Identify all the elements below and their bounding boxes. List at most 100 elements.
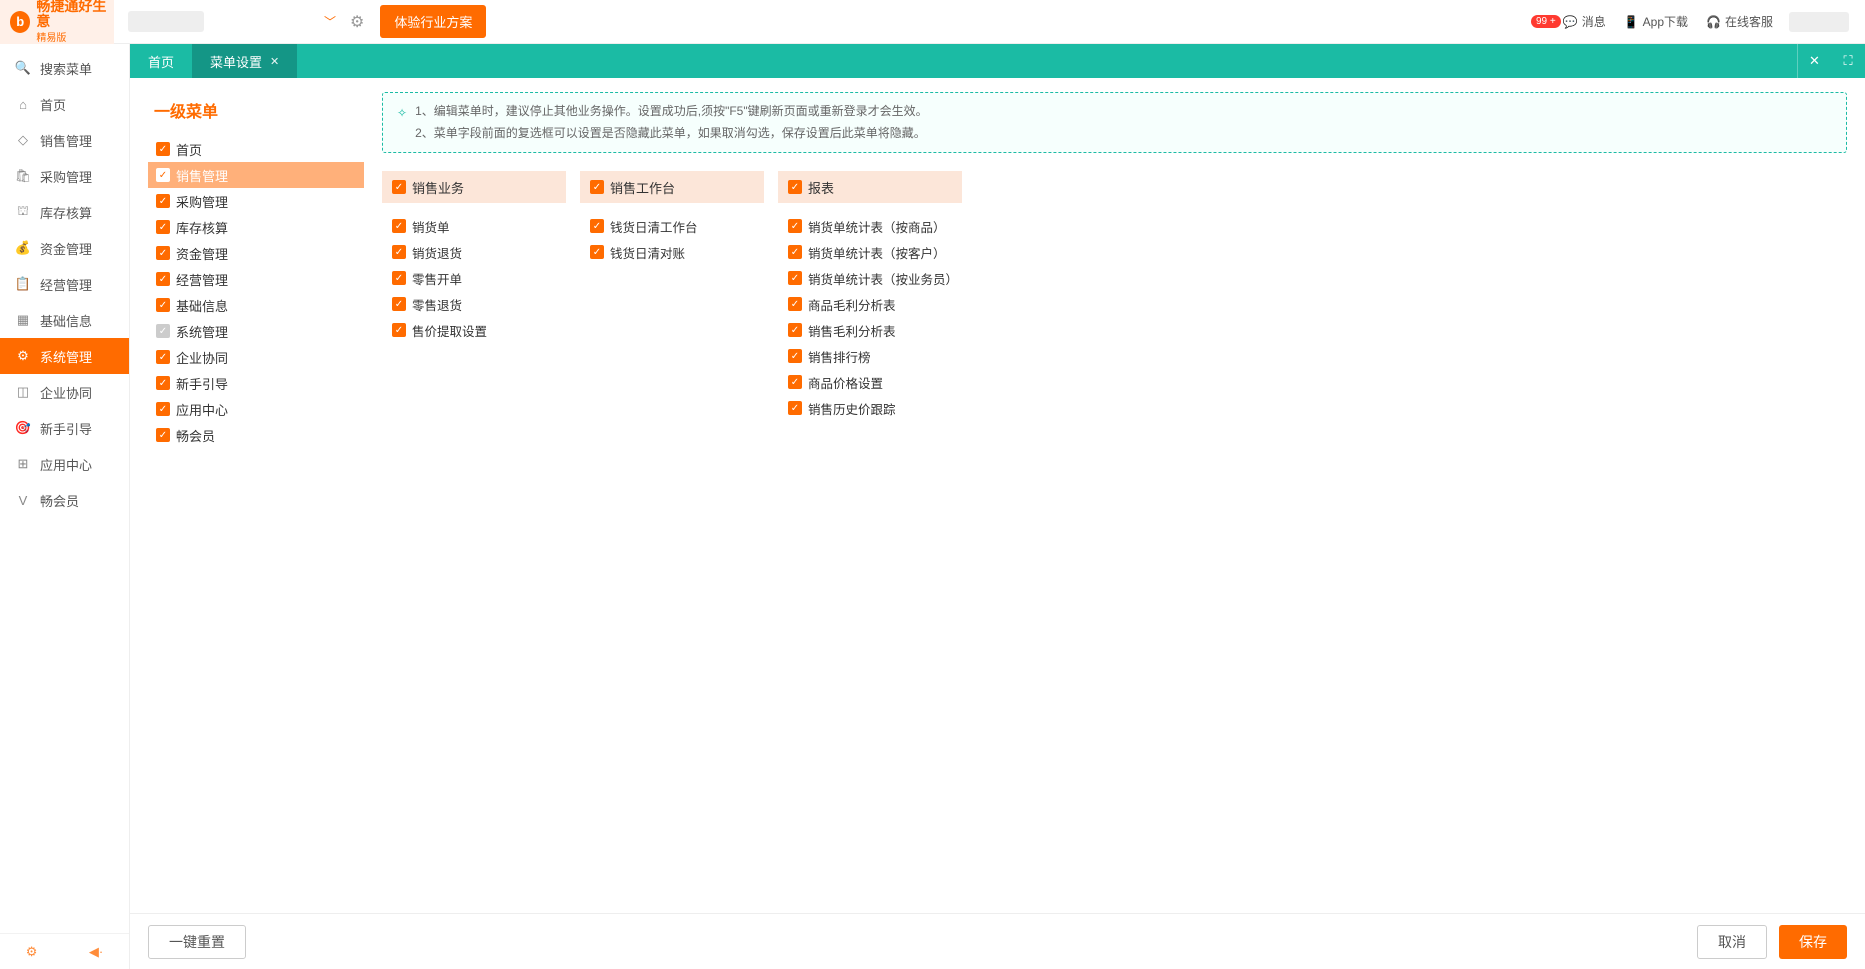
checkbox-icon[interactable]: ✓ — [788, 245, 802, 259]
level1-item-6[interactable]: ✓基础信息 — [148, 292, 364, 318]
sidebar-item-0[interactable]: 🔍搜索菜单 — [0, 50, 129, 86]
checkbox-icon[interactable]: ✓ — [788, 349, 802, 363]
level1-item-11[interactable]: ✓畅会员 — [148, 422, 364, 448]
logo-subtitle: 精易版 — [36, 29, 114, 44]
checkbox-icon[interactable]: ✓ — [392, 219, 406, 233]
checkbox-icon[interactable]: ✓ — [788, 401, 802, 415]
level1-item-9[interactable]: ✓ 新手引导 — [148, 370, 364, 396]
checkbox-icon[interactable]: ✓ — [156, 220, 170, 234]
sidebar-item-label: 资金管理 — [40, 239, 92, 258]
sidebar-settings-icon[interactable]: ⚙ — [26, 944, 38, 960]
menu-item-label: 销货单统计表（按客户） — [808, 243, 946, 262]
menu-item[interactable]: ✓售价提取设置 — [392, 317, 556, 343]
checkbox-icon[interactable]: ✓ — [392, 323, 406, 337]
logo[interactable]: b 畅捷通好生意 精易版 — [0, 0, 114, 44]
checkbox-icon[interactable]: ✓ — [590, 180, 604, 194]
checkbox-icon[interactable]: ✓ — [156, 168, 170, 182]
menu-item[interactable]: ✓ 销货单统计表（按客户） — [788, 239, 952, 265]
menu-item[interactable]: ✓销货单统计表（按业务员） — [788, 265, 952, 291]
sidebar-item-9[interactable]: ◫企业协同 — [0, 374, 129, 410]
checkbox-icon[interactable]: ✓ — [156, 376, 170, 390]
level1-item-4[interactable]: ✓资金管理 — [148, 240, 364, 266]
support-link[interactable]: 🎧 在线客服 — [1706, 13, 1773, 30]
level1-item-5[interactable]: ✓经营管理 — [148, 266, 364, 292]
messages-link[interactable]: 99 + 💬 消息 — [1531, 13, 1606, 30]
sidebar-item-11[interactable]: ⊞应用中心 — [0, 446, 129, 482]
sidebar-item-5[interactable]: 💰资金管理 — [0, 230, 129, 266]
level1-item-7[interactable]: ✓系统管理 — [148, 318, 364, 344]
checkbox-icon[interactable]: ✓ — [788, 219, 802, 233]
menu-item[interactable]: ✓销售毛利分析表 — [788, 317, 952, 343]
sidebar-item-10[interactable]: 🎯新手引导 — [0, 410, 129, 446]
checkbox-icon[interactable]: ✓ — [590, 219, 604, 233]
menu-item[interactable]: ✓销货退货 — [392, 239, 556, 265]
column-head[interactable]: ✓销售工作台 — [580, 171, 764, 203]
sidebar-item-12[interactable]: V畅会员 — [0, 482, 129, 518]
menu-item[interactable]: ✓零售退货 — [392, 291, 556, 317]
cancel-button[interactable]: 取消 — [1697, 925, 1767, 959]
checkbox-icon[interactable]: ✓ — [590, 245, 604, 259]
main: 首页菜单设置✕ ✕ ⛶ 一级菜单 ✓首页✓销售管理✓采购管理✓库存核算✓资金管理… — [130, 44, 1865, 969]
column-head[interactable]: ✓销售业务 — [382, 171, 566, 203]
checkbox-icon[interactable]: ✓ — [788, 271, 802, 285]
level1-item-1[interactable]: ✓销售管理 — [148, 162, 364, 188]
checkbox-icon[interactable]: ✓ — [392, 271, 406, 285]
menu-item[interactable]: ✓商品毛利分析表 — [788, 291, 952, 317]
column-head[interactable]: ✓报表 — [778, 171, 962, 203]
fullscreen-icon[interactable]: ⛶ — [1831, 44, 1865, 78]
checkbox-icon[interactable]: ✓ — [156, 194, 170, 208]
sidebar-item-1[interactable]: ⌂首页 — [0, 86, 129, 122]
checkbox-icon[interactable]: ✓ — [156, 272, 170, 286]
tab-1[interactable]: 菜单设置✕ — [192, 44, 297, 78]
checkbox-icon[interactable]: ✓ — [392, 297, 406, 311]
menu-item[interactable]: ✓销货单 — [392, 213, 556, 239]
menu-item[interactable]: ✓ 销售历史价跟踪 — [788, 395, 952, 421]
level1-item-8[interactable]: ✓企业协同 — [148, 344, 364, 370]
menu-item[interactable]: ✓销货单统计表（按商品） — [788, 213, 952, 239]
sidebar-item-4[interactable]: ⛫库存核算 — [0, 194, 129, 230]
sidebar-item-2[interactable]: ◇销售管理 — [0, 122, 129, 158]
menu-item[interactable]: ✓商品价格设置 — [788, 369, 952, 395]
tab-0[interactable]: 首页 — [130, 44, 192, 78]
checkbox-icon[interactable]: ✓ — [788, 375, 802, 389]
sidebar-item-7[interactable]: ▦基础信息 — [0, 302, 129, 338]
save-button[interactable]: 保存 — [1779, 925, 1847, 959]
sidebar-item-6[interactable]: 📋经营管理 — [0, 266, 129, 302]
level1-item-2[interactable]: ✓采购管理 — [148, 188, 364, 214]
app-download-link[interactable]: 📱 App下载 — [1624, 13, 1688, 30]
industry-plan-button[interactable]: 体验行业方案 — [380, 5, 486, 38]
checkbox-icon[interactable]: ✓ — [788, 297, 802, 311]
checkbox-icon[interactable]: ✓ — [392, 180, 406, 194]
close-icon[interactable]: ✕ — [270, 55, 279, 68]
level1-item-label: 新手引导 — [176, 374, 228, 393]
level1-item-10[interactable]: ✓应用中心 — [148, 396, 364, 422]
level1-item-0[interactable]: ✓首页 — [148, 136, 364, 162]
checkbox-icon[interactable]: ✓ — [392, 245, 406, 259]
sidebar-collapse-icon[interactable]: ◀· — [89, 944, 103, 960]
gear-icon[interactable]: ⚙ — [350, 12, 364, 32]
tab-close-all-icon[interactable]: ✕ — [1797, 44, 1831, 78]
sidebar-item-8[interactable]: ⚙系统管理 — [0, 338, 129, 374]
checkbox-icon[interactable]: ✓ — [156, 350, 170, 364]
reset-button[interactable]: 一键重置 — [148, 925, 246, 959]
menu-item[interactable]: ✓钱货日清对账 — [590, 239, 754, 265]
sidebar-item-label: 首页 — [40, 95, 66, 114]
checkbox-icon[interactable]: ✓ — [156, 402, 170, 416]
level1-item-3[interactable]: ✓库存核算 — [148, 214, 364, 240]
sidebar-item-3[interactable]: 🛍采购管理 — [0, 158, 129, 194]
checkbox-icon[interactable]: ✓ — [156, 324, 170, 338]
checkbox-icon[interactable]: ✓ — [156, 142, 170, 156]
checkbox-icon[interactable]: ✓ — [156, 246, 170, 260]
menu-item[interactable]: ✓钱货日清工作台 — [590, 213, 754, 239]
menu-item-label: 销售历史价跟踪 — [808, 399, 896, 418]
tenant-selector[interactable] — [128, 11, 204, 32]
checkbox-icon[interactable]: ✓ — [156, 428, 170, 442]
avatar[interactable] — [1789, 12, 1849, 32]
menu-item[interactable]: ✓零售开单 — [392, 265, 556, 291]
checkbox-icon[interactable]: ✓ — [156, 298, 170, 312]
info-icon: ✧ — [397, 103, 407, 144]
checkbox-icon[interactable]: ✓ — [788, 180, 802, 194]
menu-item[interactable]: ✓销售排行榜 — [788, 343, 952, 369]
checkbox-icon[interactable]: ✓ — [788, 323, 802, 337]
chevron-down-icon[interactable]: ﹀ — [324, 13, 336, 30]
